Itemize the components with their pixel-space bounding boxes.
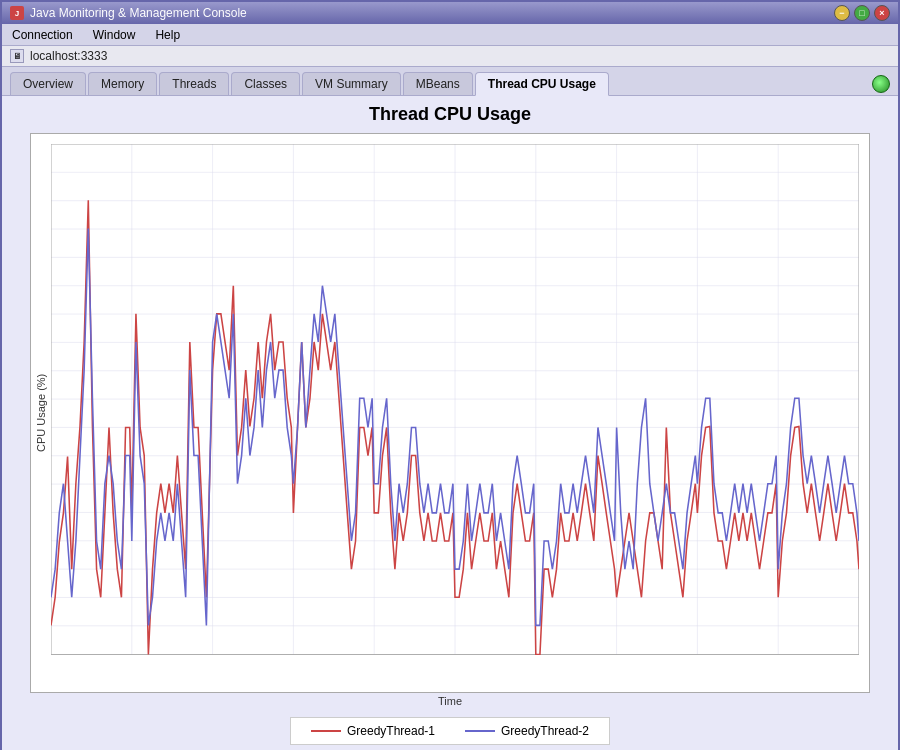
- menu-window[interactable]: Window: [89, 26, 140, 44]
- chart-inner: 0.0% 0.5% 1.0% 1.5% 2.0% 2.5% 3.0% 3.5% …: [51, 134, 869, 692]
- legend-line-thread1: [311, 730, 341, 732]
- title-bar: J Java Monitoring & Management Console −…: [2, 2, 898, 24]
- tab-vm-summary[interactable]: VM Summary: [302, 72, 401, 95]
- connection-status-dot: [872, 75, 890, 93]
- address-text: localhost:3333: [30, 49, 107, 63]
- minimize-button[interactable]: −: [834, 5, 850, 21]
- maximize-button[interactable]: □: [854, 5, 870, 21]
- chart-legend: GreedyThread-1 GreedyThread-2: [290, 717, 610, 745]
- title-bar-left: J Java Monitoring & Management Console: [10, 6, 247, 20]
- chart-svg: 0.0% 0.5% 1.0% 1.5% 2.0% 2.5% 3.0% 3.5% …: [51, 144, 859, 655]
- legend-label-thread2: GreedyThread-2: [501, 724, 589, 738]
- close-button[interactable]: ×: [874, 5, 890, 21]
- x-axis-title: Time: [438, 695, 462, 707]
- status-indicator: [872, 75, 890, 93]
- tabs-bar: Overview Memory Threads Classes VM Summa…: [2, 67, 898, 96]
- app-icon: J: [10, 6, 24, 20]
- tabs-left: Overview Memory Threads Classes VM Summa…: [10, 71, 609, 95]
- tab-mbeans[interactable]: MBeans: [403, 72, 473, 95]
- chart-container: CPU Usage (%): [30, 133, 870, 693]
- chart-title: Thread CPU Usage: [369, 104, 531, 125]
- address-icon: 🖥: [10, 49, 24, 63]
- legend-item-thread1: GreedyThread-1: [311, 724, 435, 738]
- legend-item-thread2: GreedyThread-2: [465, 724, 589, 738]
- legend-line-thread2: [465, 730, 495, 732]
- legend-label-thread1: GreedyThread-1: [347, 724, 435, 738]
- address-bar: 🖥 localhost:3333: [2, 46, 898, 67]
- window-controls: − □ ×: [834, 5, 890, 21]
- tab-overview[interactable]: Overview: [10, 72, 86, 95]
- content-area: Thread CPU Usage CPU Usage (%): [2, 96, 898, 750]
- tab-classes[interactable]: Classes: [231, 72, 300, 95]
- window-title: Java Monitoring & Management Console: [30, 6, 247, 20]
- menu-bar: Connection Window Help: [2, 24, 898, 46]
- menu-help[interactable]: Help: [151, 26, 184, 44]
- tab-thread-cpu-usage[interactable]: Thread CPU Usage: [475, 72, 609, 96]
- main-window: J Java Monitoring & Management Console −…: [0, 0, 900, 750]
- chart-plot: 0.0% 0.5% 1.0% 1.5% 2.0% 2.5% 3.0% 3.5% …: [51, 144, 859, 655]
- menu-connection[interactable]: Connection: [8, 26, 77, 44]
- tab-threads[interactable]: Threads: [159, 72, 229, 95]
- tab-memory[interactable]: Memory: [88, 72, 157, 95]
- y-axis-label: CPU Usage (%): [31, 134, 51, 692]
